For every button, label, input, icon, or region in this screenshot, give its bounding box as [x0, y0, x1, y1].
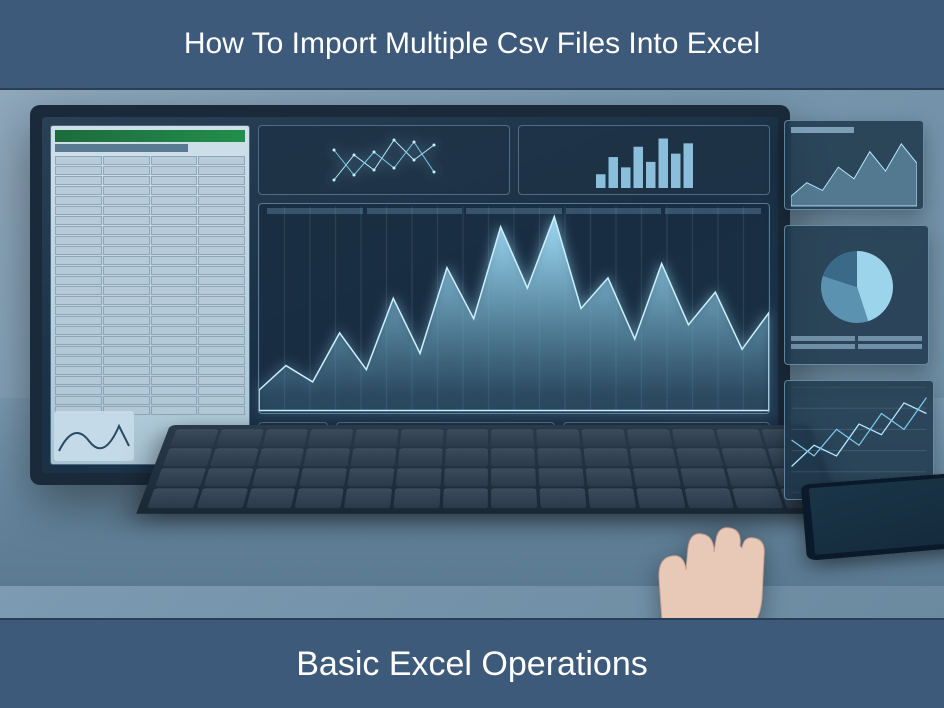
top-banner: How To Import Multiple Csv Files Into Ex…	[0, 0, 944, 90]
dashboard-column	[258, 117, 778, 473]
tablet-device	[801, 472, 944, 561]
mini-network-chart	[258, 125, 510, 195]
floating-mini-area-panel	[784, 120, 924, 210]
spreadsheet-ribbon	[55, 130, 245, 142]
spreadsheet-grid	[55, 156, 245, 415]
bottom-banner: Basic Excel Operations	[0, 618, 944, 708]
spreadsheet-title-bar	[55, 144, 188, 152]
bottom-banner-text: Basic Excel Operations	[296, 645, 648, 684]
laptop-screen	[42, 117, 778, 473]
pie-legend	[791, 336, 922, 349]
spreadsheet-panel	[50, 125, 250, 465]
floating-pie-panel	[784, 225, 929, 365]
top-banner-text: How To Import Multiple Csv Files Into Ex…	[184, 27, 760, 61]
main-area-chart	[258, 203, 770, 414]
panel-title-bar	[791, 127, 854, 133]
tablet-screen	[809, 477, 944, 555]
curve-thumbnail-panel	[54, 411, 134, 461]
hand-icon	[604, 448, 804, 618]
dashboard-top-row	[258, 125, 770, 195]
mini-bar-chart	[518, 125, 770, 195]
hero-scene	[0, 90, 944, 618]
